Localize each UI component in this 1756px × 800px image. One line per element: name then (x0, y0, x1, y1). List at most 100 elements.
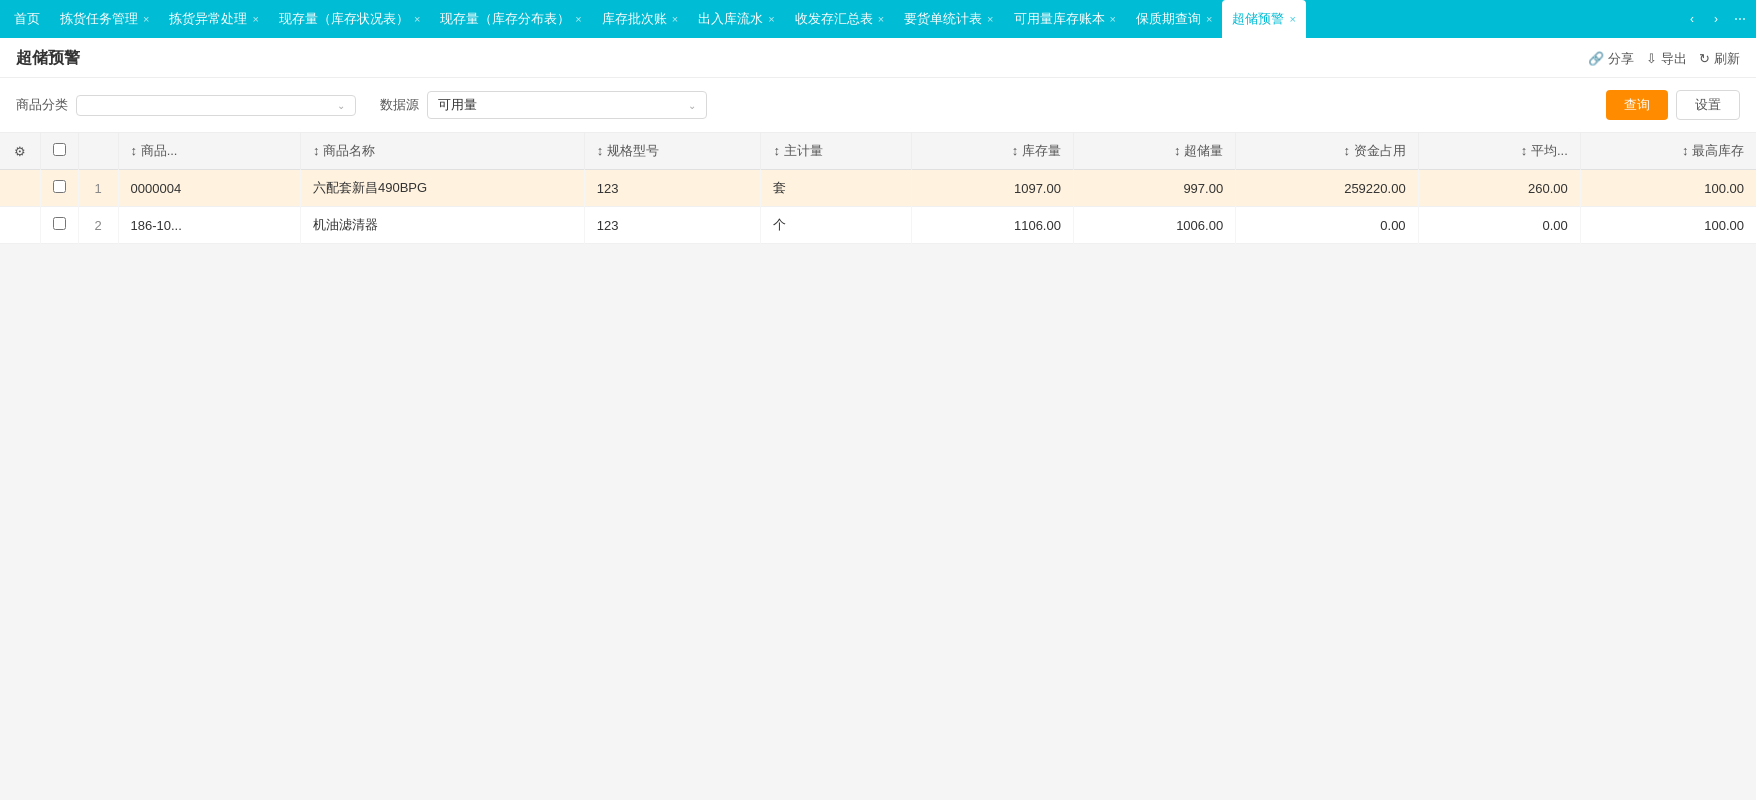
table-container: ⚙ ↕ 商品... ↕ 商品名称 ↕ 规格型号 (0, 133, 1756, 244)
close-icon-1[interactable]: × (143, 13, 149, 25)
close-icon-11[interactable]: × (1289, 13, 1295, 25)
nav-item-10[interactable]: 保质期查询 × (1126, 0, 1222, 38)
product-unit: 套 (761, 170, 911, 207)
nav-item-4[interactable]: 现存量（库存分布表） × (430, 0, 591, 38)
checkbox-column-header[interactable] (40, 133, 78, 170)
product-category-label: 商品分类 (16, 96, 68, 114)
nav-item-7[interactable]: 收发存汇总表 × (785, 0, 894, 38)
product-category-select[interactable]: ⌄ (76, 95, 356, 116)
max-stock-column-header[interactable]: ↕ 最高库存 (1580, 133, 1756, 170)
close-icon-3[interactable]: × (414, 13, 420, 25)
sort-icon-unit: ↕ (773, 143, 780, 158)
close-icon-6[interactable]: × (768, 13, 774, 25)
page-title: 超储预警 (16, 48, 80, 69)
data-table: ⚙ ↕ 商品... ↕ 商品名称 ↕ 规格型号 (0, 133, 1756, 244)
nav-item-label-7: 收发存汇总表 (795, 10, 873, 28)
nav-item-8[interactable]: 要货单统计表 × (894, 0, 1003, 38)
close-icon-2[interactable]: × (252, 13, 258, 25)
gear-column-header[interactable]: ⚙ (0, 133, 40, 170)
nav-item-label-4: 现存量（库存分布表） (440, 10, 570, 28)
filter-actions: 查询 设置 (1606, 90, 1740, 120)
data-source-select[interactable]: 可用量 ⌄ (427, 91, 707, 119)
product-name-column-header[interactable]: ↕ 商品名称 (300, 133, 584, 170)
nav-item-9[interactable]: 可用量库存账本 × (1004, 0, 1126, 38)
nav-next-arrow[interactable]: › (1704, 0, 1728, 38)
close-icon-9[interactable]: × (1110, 13, 1116, 25)
nav-prev-arrow[interactable]: ‹ (1680, 0, 1704, 38)
row-expand-cell[interactable] (0, 170, 40, 207)
row-expand-cell[interactable] (0, 207, 40, 244)
product-code: 186-10... (118, 207, 300, 244)
stock-column-header[interactable]: ↕ 库存量 (911, 133, 1073, 170)
nav-item-11[interactable]: 超储预警 × (1222, 0, 1305, 38)
close-icon-10[interactable]: × (1206, 13, 1212, 25)
sort-icon-max: ↕ (1682, 143, 1689, 158)
nav-more-arrow[interactable]: ⋯ (1728, 0, 1752, 38)
nav-item-0[interactable]: 首页 (4, 0, 50, 38)
nav-item-6[interactable]: 出入库流水 × (688, 0, 784, 38)
nav-item-label-3: 现存量（库存状况表） (279, 10, 409, 28)
nav-item-3[interactable]: 现存量（库存状况表） × (269, 0, 430, 38)
close-icon-4[interactable]: × (575, 13, 581, 25)
stock-qty: 1097.00 (911, 170, 1073, 207)
row-checkbox[interactable] (53, 217, 66, 230)
capital-column-header[interactable]: ↕ 资金占用 (1236, 133, 1418, 170)
nav-item-label-1: 拣货任务管理 (60, 10, 138, 28)
max-stock: 100.00 (1580, 170, 1756, 207)
sort-icon-stock: ↕ (1012, 143, 1019, 158)
over-stock-qty: 997.00 (1073, 170, 1235, 207)
export-button[interactable]: ⇩ 导出 (1646, 50, 1687, 68)
row-checkbox[interactable] (53, 180, 66, 193)
checkbox-cell[interactable] (40, 207, 78, 244)
spec-column-header[interactable]: ↕ 规格型号 (584, 133, 761, 170)
rownum-column-header (78, 133, 118, 170)
sort-icon-over: ↕ (1174, 143, 1181, 158)
nav-item-label-10: 保质期查询 (1136, 10, 1201, 28)
nav-item-2[interactable]: 拣货异常处理 × (159, 0, 268, 38)
page-header: 超储预警 🔗 分享 ⇩ 导出 ↻ 刷新 (0, 38, 1756, 78)
refresh-button[interactable]: ↻ 刷新 (1699, 50, 1740, 68)
close-icon-7[interactable]: × (878, 13, 884, 25)
checkbox-cell[interactable] (40, 170, 78, 207)
gear-icon: ⚙ (14, 144, 26, 159)
row-number: 2 (78, 207, 118, 244)
sort-icon-spec: ↕ (597, 143, 604, 158)
close-icon-5[interactable]: × (672, 13, 678, 25)
close-icon-8[interactable]: × (987, 13, 993, 25)
select-all-checkbox[interactable] (53, 143, 66, 156)
nav-item-label-11: 超储预警 (1232, 10, 1284, 28)
stock-qty: 1106.00 (911, 207, 1073, 244)
nav-item-1[interactable]: 拣货任务管理 × (50, 0, 159, 38)
settings-button[interactable]: 设置 (1676, 90, 1740, 120)
product-code: 0000004 (118, 170, 300, 207)
product-category-filter: 商品分类 ⌄ (16, 95, 356, 116)
share-icon: 🔗 (1588, 51, 1604, 66)
chevron-down-icon: ⌄ (337, 100, 345, 111)
product-name: 机油滤清器 (300, 207, 584, 244)
table-header-row: ⚙ ↕ 商品... ↕ 商品名称 ↕ 规格型号 (0, 133, 1756, 170)
query-button[interactable]: 查询 (1606, 90, 1668, 120)
avg-price-column-header[interactable]: ↕ 平均... (1418, 133, 1580, 170)
table-row: 2186-10...机油滤清器123个1106.001006.000.000.0… (0, 207, 1756, 244)
table-row: 10000004六配套新昌490BPG123套1097.00997.002592… (0, 170, 1756, 207)
avg-price: 260.00 (1418, 170, 1580, 207)
over-stock-column-header[interactable]: ↕ 超储量 (1073, 133, 1235, 170)
max-stock: 100.00 (1580, 207, 1756, 244)
product-spec: 123 (584, 170, 761, 207)
unit-column-header[interactable]: ↕ 主计量 (761, 133, 911, 170)
row-number: 1 (78, 170, 118, 207)
product-code-column-header[interactable]: ↕ 商品... (118, 133, 300, 170)
header-actions: 🔗 分享 ⇩ 导出 ↻ 刷新 (1588, 50, 1740, 68)
nav-item-label-8: 要货单统计表 (904, 10, 982, 28)
sort-icon-name: ↕ (313, 143, 320, 158)
product-spec: 123 (584, 207, 761, 244)
product-name: 六配套新昌490BPG (300, 170, 584, 207)
sort-icon-avg: ↕ (1521, 143, 1528, 158)
over-stock-qty: 1006.00 (1073, 207, 1235, 244)
nav-item-label-6: 出入库流水 (698, 10, 763, 28)
filter-bar: 商品分类 ⌄ 数据源 可用量 ⌄ 查询 设置 (0, 78, 1756, 133)
nav-item-5[interactable]: 库存批次账 × (592, 0, 688, 38)
share-button[interactable]: 🔗 分享 (1588, 50, 1634, 68)
sort-icon: ↕ (131, 143, 138, 158)
nav-item-label-9: 可用量库存账本 (1014, 10, 1105, 28)
